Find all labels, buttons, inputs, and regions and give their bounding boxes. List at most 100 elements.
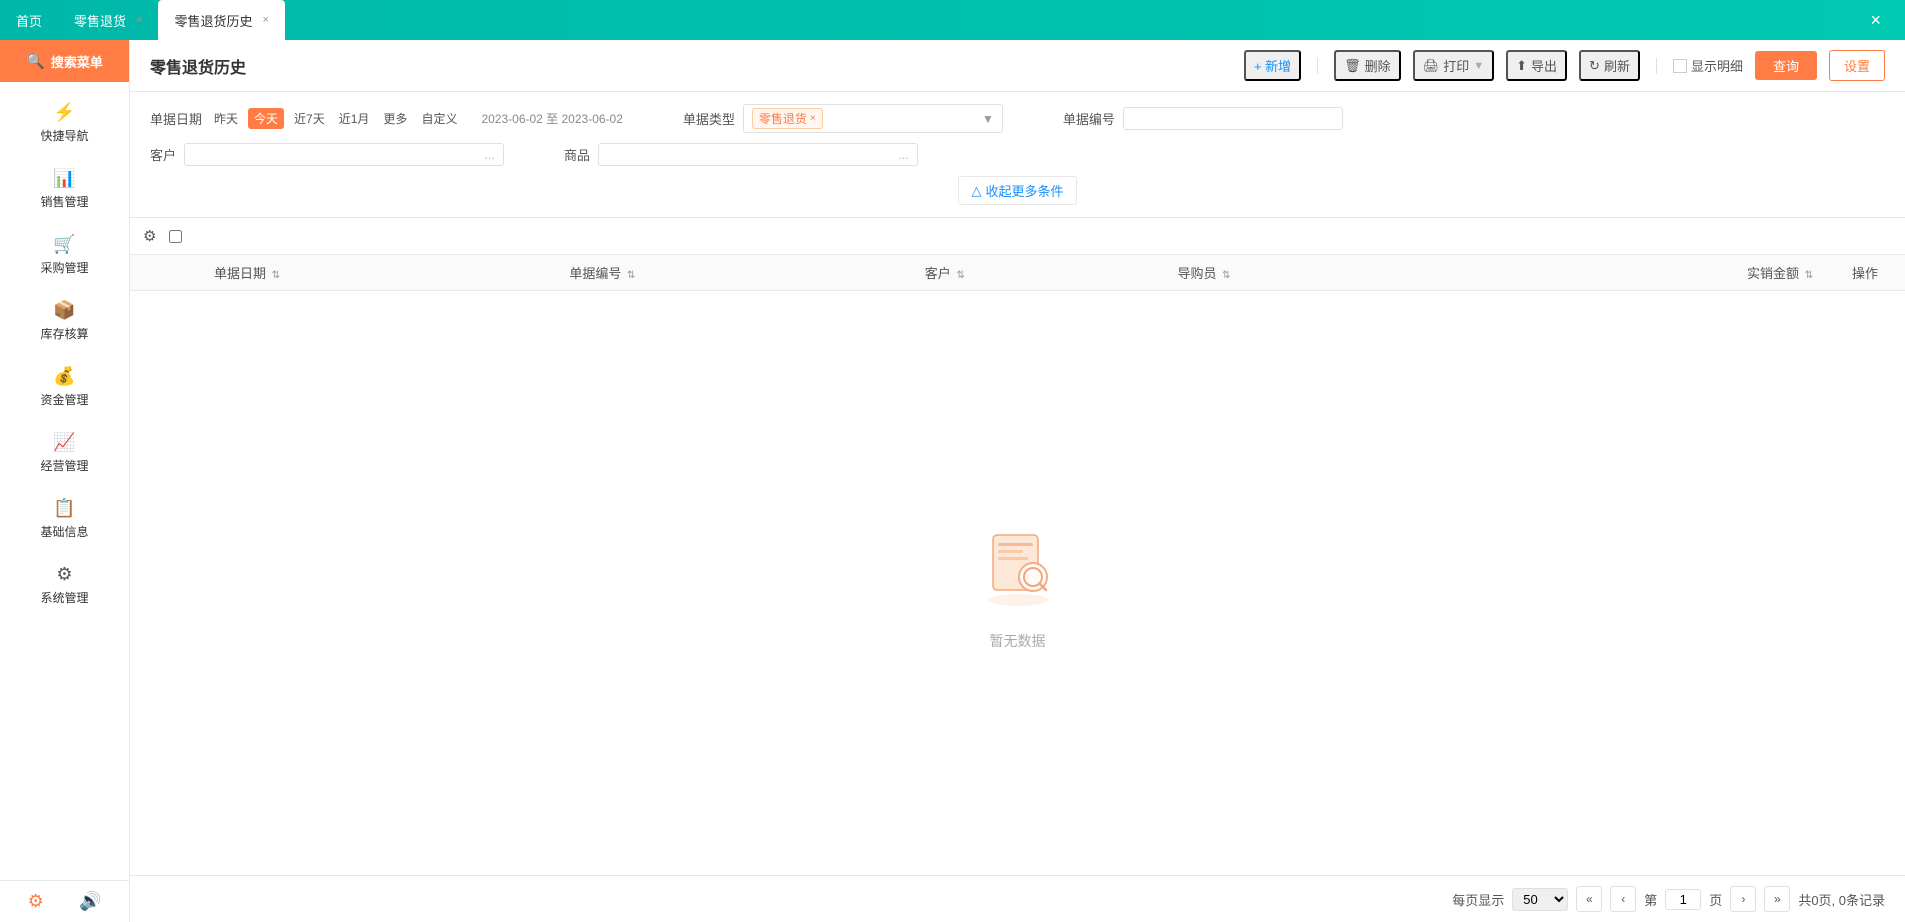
quick-nav-label: 快捷导航 bbox=[40, 127, 88, 144]
tab-retail-return-label: 零售退货 bbox=[74, 11, 126, 30]
customer-label: 客户 bbox=[150, 145, 176, 164]
sidebar-item-sales[interactable]: 📊 销售管理 bbox=[0, 156, 129, 222]
tab-retail-return[interactable]: 零售退货 × bbox=[58, 0, 158, 40]
page-next-button[interactable]: › bbox=[1730, 886, 1756, 912]
table-header: 单据日期 ⇅ 单据编号 ⇅ 客户 ⇅ 导购员 ⇅ bbox=[130, 255, 1905, 291]
table-toolbar: ⚙ bbox=[130, 218, 1905, 255]
system-label: 系统管理 bbox=[40, 589, 88, 606]
th-doc-no-label: 单据编号 bbox=[569, 266, 621, 281]
top-bar-right: × bbox=[1862, 0, 1905, 40]
goods-filter: 商品 ... bbox=[564, 143, 918, 166]
main-layout: 🔍 搜索菜单 ⚡ 快捷导航 📊 销售管理 🛒 采购管理 📦 库存核算 💰 bbox=[0, 40, 1905, 922]
inventory-label: 库存核算 bbox=[40, 325, 88, 342]
page-number-input[interactable] bbox=[1665, 889, 1701, 910]
refresh-button[interactable]: ↻ 刷新 bbox=[1579, 50, 1640, 81]
th-customer-label: 客户 bbox=[925, 266, 951, 281]
date-btn-today[interactable]: 今天 bbox=[248, 108, 284, 129]
per-page-select[interactable]: 50 10 20 100 bbox=[1512, 888, 1568, 911]
th-actions: 操作 bbox=[1825, 255, 1905, 291]
new-label: + 新增 bbox=[1254, 56, 1291, 75]
per-page-label: 每页显示 bbox=[1452, 890, 1504, 909]
finance-icon: 💰 bbox=[53, 366, 75, 387]
delete-button[interactable]: 🗑 删除 bbox=[1334, 50, 1401, 81]
total-text: 共0页, 0条记录 bbox=[1798, 890, 1885, 909]
sales-label: 销售管理 bbox=[40, 193, 88, 210]
tab-home-label: 首页 bbox=[16, 11, 42, 30]
new-button[interactable]: + 新增 bbox=[1244, 50, 1301, 81]
sidebar: 🔍 搜索菜单 ⚡ 快捷导航 📊 销售管理 🛒 采购管理 📦 库存核算 💰 bbox=[0, 40, 130, 922]
customer-input-dots: ... bbox=[484, 147, 495, 162]
doc-type-select-arrow: ▼ bbox=[982, 112, 994, 126]
export-icon: ⬆ bbox=[1516, 58, 1527, 74]
date-btn-7days[interactable]: 近7天 bbox=[290, 108, 329, 129]
audio-bottom-icon[interactable]: 🔊 bbox=[79, 891, 101, 912]
export-button[interactable]: ⬆ 导出 bbox=[1506, 50, 1567, 81]
print-label: 打印 bbox=[1443, 56, 1469, 75]
sidebar-item-purchase[interactable]: 🛒 采购管理 bbox=[0, 222, 129, 288]
show-detail-checkbox[interactable] bbox=[1673, 59, 1687, 73]
sidebar-item-finance[interactable]: 💰 资金管理 bbox=[0, 354, 129, 420]
date-btn-more[interactable]: 更多 bbox=[379, 108, 411, 129]
th-amount-sort: ⇅ bbox=[1805, 270, 1813, 281]
collapse-text: 收起更多条件 bbox=[985, 181, 1063, 200]
page-last-button[interactable]: » bbox=[1764, 886, 1790, 912]
doc-type-tag-text: 零售退货 bbox=[759, 110, 807, 127]
th-doc-date-sort: ⇅ bbox=[272, 270, 280, 281]
data-table: 单据日期 ⇅ 单据编号 ⇅ 客户 ⇅ 导购员 ⇅ bbox=[130, 255, 1905, 291]
purchase-label: 采购管理 bbox=[40, 259, 88, 276]
refresh-label: 刷新 bbox=[1604, 56, 1630, 75]
finance-label: 资金管理 bbox=[40, 391, 88, 408]
page-header: 零售退货历史 + 新增 🗑 删除 🖨 打印 ▼ ⬆ 导出 bbox=[130, 40, 1905, 92]
settings-button[interactable]: 设置 bbox=[1829, 50, 1885, 81]
doc-type-label: 单据类型 bbox=[683, 109, 735, 128]
th-doc-date-label: 单据日期 bbox=[214, 266, 266, 281]
th-doc-date[interactable]: 单据日期 ⇅ bbox=[202, 255, 557, 291]
sidebar-search[interactable]: 🔍 搜索菜单 bbox=[0, 40, 129, 82]
sidebar-nav: ⚡ 快捷导航 📊 销售管理 🛒 采购管理 📦 库存核算 💰 资金管理 📈 bbox=[0, 82, 129, 880]
print-icon: 🖨 bbox=[1423, 58, 1440, 74]
table-settings-icon[interactable]: ⚙ bbox=[140, 224, 159, 248]
th-actions-label: 操作 bbox=[1852, 266, 1878, 281]
th-salesperson[interactable]: 导购员 ⇅ bbox=[1166, 255, 1470, 291]
top-bar: 首页 零售退货 × 零售退货历史 × × bbox=[0, 0, 1905, 40]
empty-state-text: 暂无数据 bbox=[990, 631, 1046, 651]
page-first-button[interactable]: « bbox=[1576, 886, 1602, 912]
doc-no-input[interactable] bbox=[1123, 107, 1343, 130]
tab-retail-return-close[interactable]: × bbox=[136, 14, 142, 26]
page-prev-button[interactable]: ‹ bbox=[1610, 886, 1636, 912]
goods-input[interactable]: ... bbox=[598, 143, 918, 166]
tab-home[interactable]: 首页 bbox=[0, 0, 58, 40]
th-customer[interactable]: 客户 ⇅ bbox=[913, 255, 1166, 291]
show-detail-label[interactable]: 显示明细 bbox=[1673, 56, 1743, 75]
settings-bottom-icon[interactable]: ⚙ bbox=[28, 891, 44, 912]
doc-type-tag-close[interactable]: × bbox=[810, 113, 816, 124]
tab-retail-return-history[interactable]: 零售退货历史 × bbox=[158, 0, 284, 40]
divider-2 bbox=[1656, 58, 1657, 74]
sidebar-item-basic-info[interactable]: 📋 基础信息 bbox=[0, 486, 129, 552]
date-range-text: 2023-06-02 至 2023-06-02 bbox=[481, 110, 622, 127]
date-btn-custom[interactable]: 自定义 bbox=[417, 108, 461, 129]
th-amount[interactable]: 实销金额 ⇅ bbox=[1470, 255, 1825, 291]
customer-input[interactable]: ... bbox=[184, 143, 504, 166]
window-close-button[interactable]: × bbox=[1862, 10, 1889, 31]
doc-type-filter: 单据类型 零售退货 × ▼ bbox=[683, 104, 1003, 133]
th-salesperson-sort: ⇅ bbox=[1222, 270, 1230, 281]
tab-retail-return-history-close[interactable]: × bbox=[262, 14, 268, 26]
sidebar-item-inventory[interactable]: 📦 库存核算 bbox=[0, 288, 129, 354]
sidebar-item-operations[interactable]: 📈 经营管理 bbox=[0, 420, 129, 486]
th-doc-no[interactable]: 单据编号 ⇅ bbox=[557, 255, 912, 291]
date-btn-1month[interactable]: 近1月 bbox=[335, 108, 374, 129]
th-doc-no-sort: ⇅ bbox=[627, 270, 635, 281]
page-label: 页 bbox=[1709, 890, 1722, 909]
th-amount-label: 实销金额 bbox=[1747, 266, 1799, 281]
sidebar-search-text: 搜索菜单 bbox=[51, 52, 103, 71]
select-all-checkbox[interactable] bbox=[169, 230, 182, 243]
sidebar-item-quick-nav[interactable]: ⚡ 快捷导航 bbox=[0, 90, 129, 156]
doc-type-select[interactable]: 零售退货 × ▼ bbox=[743, 104, 1003, 133]
filter-row-2: 客户 ... 商品 ... bbox=[150, 143, 1885, 166]
query-button[interactable]: 查询 bbox=[1755, 51, 1817, 80]
sidebar-item-system[interactable]: ⚙ 系统管理 bbox=[0, 552, 129, 618]
print-button[interactable]: 🖨 打印 ▼ bbox=[1413, 50, 1494, 81]
collapse-button[interactable]: △ 收起更多条件 bbox=[958, 176, 1076, 205]
date-btn-yesterday[interactable]: 昨天 bbox=[210, 108, 242, 129]
